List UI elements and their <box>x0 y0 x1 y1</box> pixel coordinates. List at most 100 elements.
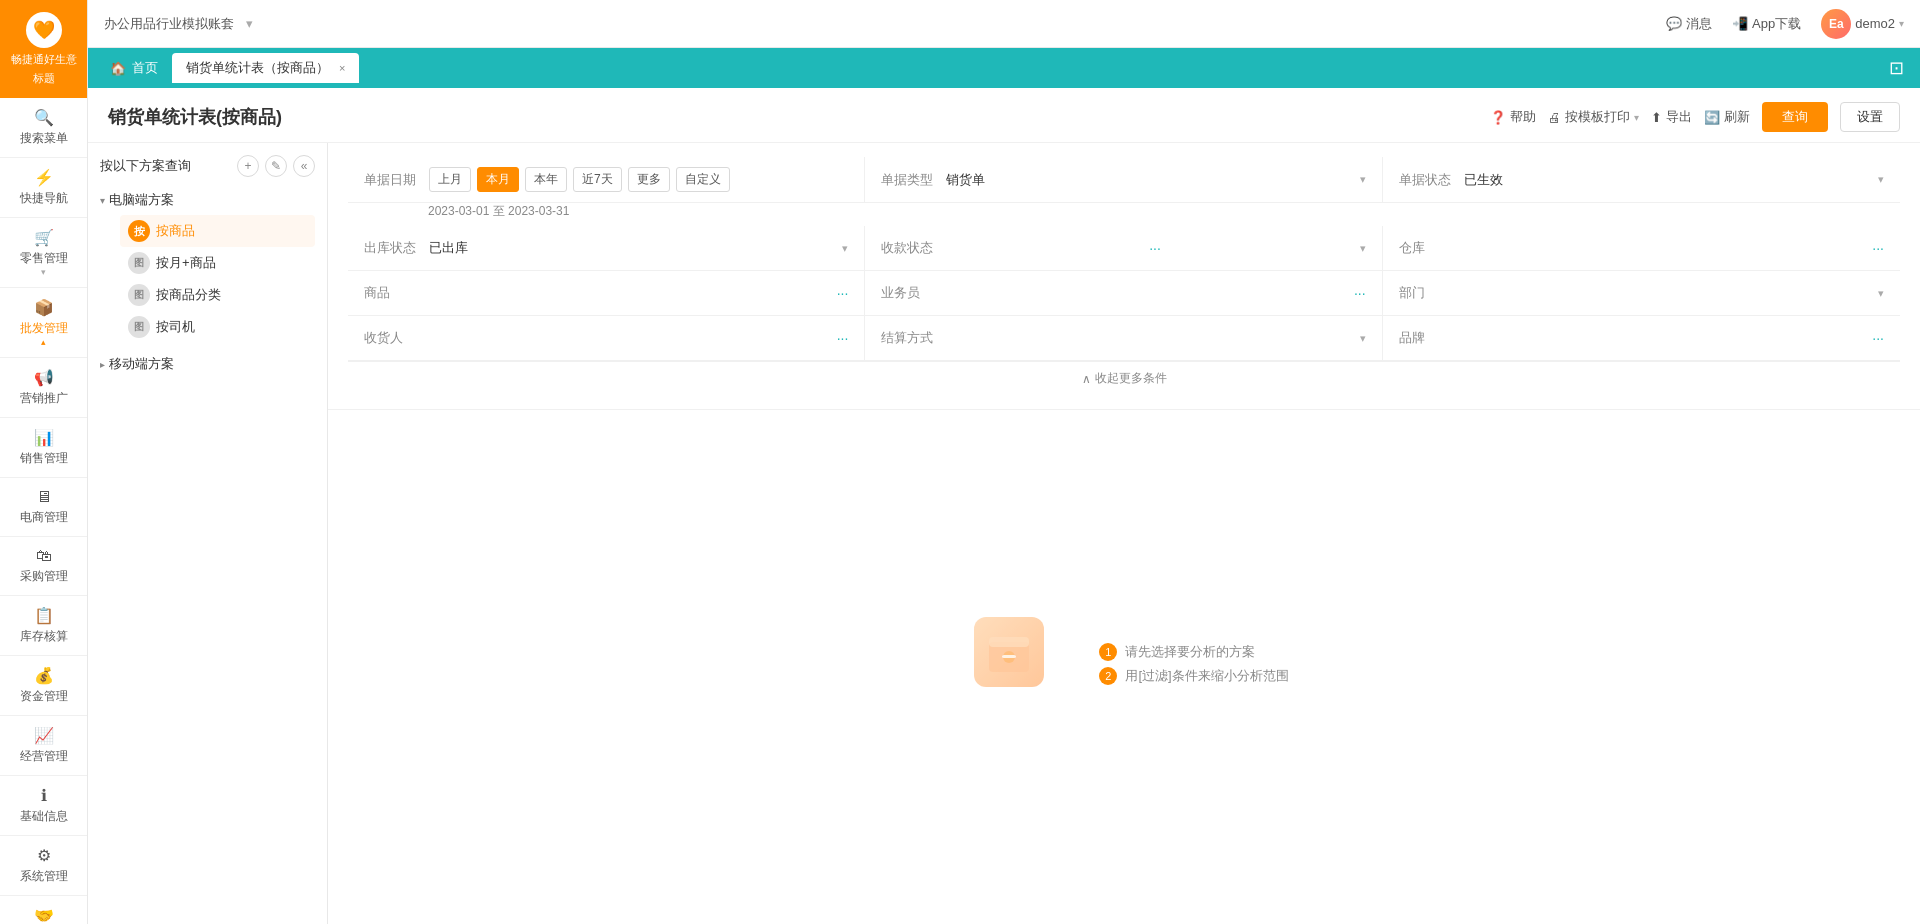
sidebar-item-ecommerce[interactable]: 🖥 电商管理 <box>0 478 87 537</box>
tab-bar: 🏠 首页 销货单统计表（按商品） × ⊡ <box>88 48 1920 88</box>
refresh-label: 刷新 <box>1724 108 1750 126</box>
filter-cell-salesperson: 业务员 ··· <box>865 271 1382 315</box>
add-scheme-button[interactable]: + <box>237 155 259 177</box>
left-panel: 按以下方案查询 + ✎ « ▾ 电脑端方案 按 按 <box>88 143 328 924</box>
filter-cell-goods: 商品 ··· <box>348 271 865 315</box>
tree-item-by-product[interactable]: 按 按商品 <box>120 215 315 247</box>
warehouse-value-wrapper[interactable]: ··· <box>1464 240 1884 256</box>
tree-item-by-month[interactable]: 图 按月+商品 <box>120 247 315 279</box>
main-area: 办公用品行业模拟账套 ▾ 💬 消息 📲 App下载 Ea demo2 ▾ 🏠 首… <box>88 0 1920 924</box>
brand-dots[interactable]: ··· <box>1872 330 1884 346</box>
empty-hint-1: 1 请先选择要分析的方案 <box>1099 643 1288 661</box>
app-download-button[interactable]: 📲 App下载 <box>1732 15 1801 33</box>
outstatus-value-wrapper[interactable]: 已出库 ▾ <box>429 239 848 257</box>
sidebar-item-system[interactable]: ⚙ 系统管理 <box>0 836 87 896</box>
sidebar-item-quicknav[interactable]: ⚡ 快捷导航 <box>0 158 87 218</box>
wholesale-icon: 📦 <box>34 298 54 317</box>
outstatus-arrow-icon: ▾ <box>842 242 848 255</box>
sidebar-item-finance[interactable]: 💰 资金管理 <box>0 656 87 716</box>
sidebar-item-retail[interactable]: 🛒 零售管理 ▾ <box>0 218 87 288</box>
edit-scheme-button[interactable]: ✎ <box>265 155 287 177</box>
sidebar-item-purchase[interactable]: 🛍 采购管理 <box>0 537 87 596</box>
sidebar-item-sales-label: 销售管理 <box>20 450 68 467</box>
filter-cell-date: 单据日期 上月 本月 本年 近7天 更多 自定义 <box>348 157 865 202</box>
query-button[interactable]: 查询 <box>1762 102 1828 132</box>
date-btn-7days[interactable]: 近7天 <box>573 167 622 192</box>
by-month-icon: 图 <box>128 252 150 274</box>
date-btn-this-month[interactable]: 本月 <box>477 167 519 192</box>
filter-cell-docstatus: 单据状态 已生效 ▾ <box>1383 157 1900 202</box>
payment-method-value-wrapper[interactable]: ▾ <box>946 332 1365 345</box>
tab-active[interactable]: 销货单统计表（按商品） × <box>172 53 359 83</box>
user-profile[interactable]: Ea demo2 ▾ <box>1821 9 1904 39</box>
empty-state: 1 请先选择要分析的方案 2 用[过滤]条件来缩小分析范围 <box>328 410 1920 924</box>
quicknav-icon: ⚡ <box>34 168 54 187</box>
sidebar-item-basic[interactable]: ℹ 基础信息 <box>0 776 87 836</box>
print-label: 按模板打印 <box>1565 108 1630 126</box>
export-button[interactable]: ⬆ 导出 <box>1651 108 1692 126</box>
doctype-value-wrapper[interactable]: 销货单 ▾ <box>946 171 1365 189</box>
payment-status-label: 收款状态 <box>881 239 946 257</box>
help-label: 帮助 <box>1510 108 1536 126</box>
salesperson-value-wrapper[interactable]: ··· <box>946 285 1365 301</box>
goods-value-wrapper[interactable]: ··· <box>429 285 848 301</box>
tree-mobile-label: 移动端方案 <box>109 355 174 373</box>
page-content: 销货单统计表(按商品) ❓ 帮助 🖨 按模板打印 ▾ ⬆ 导出 🔄 刷新 <box>88 88 1920 924</box>
logo-area[interactable]: 🧡 畅捷通好生意 标题 <box>0 0 87 98</box>
sidebar-item-sales[interactable]: 📊 销售管理 <box>0 418 87 478</box>
refresh-button[interactable]: 🔄 刷新 <box>1704 108 1750 126</box>
dropdown-icon[interactable]: ▾ <box>246 16 253 31</box>
sidebar-item-wholesale[interactable]: 📦 批发管理 ▴ <box>0 288 87 358</box>
date-btn-custom[interactable]: 自定义 <box>676 167 730 192</box>
goods-dots[interactable]: ··· <box>837 285 849 301</box>
tree-item-by-category[interactable]: 图 按商品分类 <box>120 279 315 311</box>
warehouse-dots[interactable]: ··· <box>1872 240 1884 256</box>
date-btn-this-year[interactable]: 本年 <box>525 167 567 192</box>
filter-row-1: 单据日期 上月 本月 本年 近7天 更多 自定义 <box>348 157 1900 203</box>
sidebar: 🧡 畅捷通好生意 标题 🔍 搜索菜单 ⚡ 快捷导航 🛒 零售管理 ▾ 📦 批发管… <box>0 0 88 924</box>
filter-cell-department: 部门 ▾ <box>1383 271 1900 315</box>
settings-button[interactable]: 设置 <box>1840 102 1900 132</box>
tree-item-by-driver[interactable]: 图 按司机 <box>120 311 315 343</box>
tree-arrow-icon: ▾ <box>100 195 105 206</box>
by-product-label: 按商品 <box>156 222 195 240</box>
print-button[interactable]: 🖨 按模板打印 ▾ <box>1548 108 1639 126</box>
tab-home[interactable]: 🏠 首页 <box>96 53 172 83</box>
sidebar-item-search[interactable]: 🔍 搜索菜单 <box>0 98 87 158</box>
outstatus-value: 已出库 <box>429 239 468 257</box>
user-dropdown-icon: ▾ <box>1899 18 1904 29</box>
sidebar-item-collab[interactable]: 🤝 企业协同 <box>0 896 87 924</box>
salesperson-dots[interactable]: ··· <box>1354 285 1366 301</box>
tree-mobile[interactable]: ▸ 移动端方案 <box>100 351 315 377</box>
date-btn-last-month[interactable]: 上月 <box>429 167 471 192</box>
sidebar-item-inventory[interactable]: 📋 库存核算 <box>0 596 87 656</box>
receiver-value-wrapper[interactable]: ··· <box>429 330 848 346</box>
payment-status-value-wrapper[interactable]: ··· ▾ <box>946 240 1365 256</box>
department-label: 部门 <box>1399 284 1464 302</box>
messages-button[interactable]: 💬 消息 <box>1666 15 1712 33</box>
date-btn-more[interactable]: 更多 <box>628 167 670 192</box>
department-value-wrapper[interactable]: ▾ <box>1464 287 1884 300</box>
brand-value-wrapper[interactable]: ··· <box>1464 330 1884 346</box>
tree-desktop[interactable]: ▾ 电脑端方案 <box>100 187 315 213</box>
payment-status-dots[interactable]: ··· <box>1149 240 1161 256</box>
collapse-panel-button[interactable]: « <box>293 155 315 177</box>
sidebar-item-marketing[interactable]: 📢 营销推广 <box>0 358 87 418</box>
tab-expand-icon[interactable]: ⊡ <box>1881 57 1912 79</box>
panel-header-icons: + ✎ « <box>237 155 315 177</box>
docstatus-value-wrapper[interactable]: 已生效 ▾ <box>1464 171 1884 189</box>
date-range-display: 2023-03-01 至 2023-03-31 <box>348 203 1900 226</box>
empty-illustration <box>959 617 1059 717</box>
sidebar-item-purchase-label: 采购管理 <box>20 568 68 585</box>
inventory-icon: 📋 <box>34 606 54 625</box>
operation-icon: 📈 <box>34 726 54 745</box>
sidebar-item-operation[interactable]: 📈 经营管理 <box>0 716 87 776</box>
doctype-label: 单据类型 <box>881 171 946 189</box>
help-button[interactable]: ❓ 帮助 <box>1490 108 1536 126</box>
tab-close-button[interactable]: × <box>339 62 345 74</box>
receiver-dots[interactable]: ··· <box>837 330 849 346</box>
payment-method-label: 结算方式 <box>881 329 946 347</box>
date-quick-buttons: 上月 本月 本年 近7天 更多 自定义 <box>429 167 730 192</box>
collapse-filters-button[interactable]: ∧ 收起更多条件 <box>348 361 1900 395</box>
filter-cell-payment-status: 收款状态 ··· ▾ <box>865 226 1382 270</box>
